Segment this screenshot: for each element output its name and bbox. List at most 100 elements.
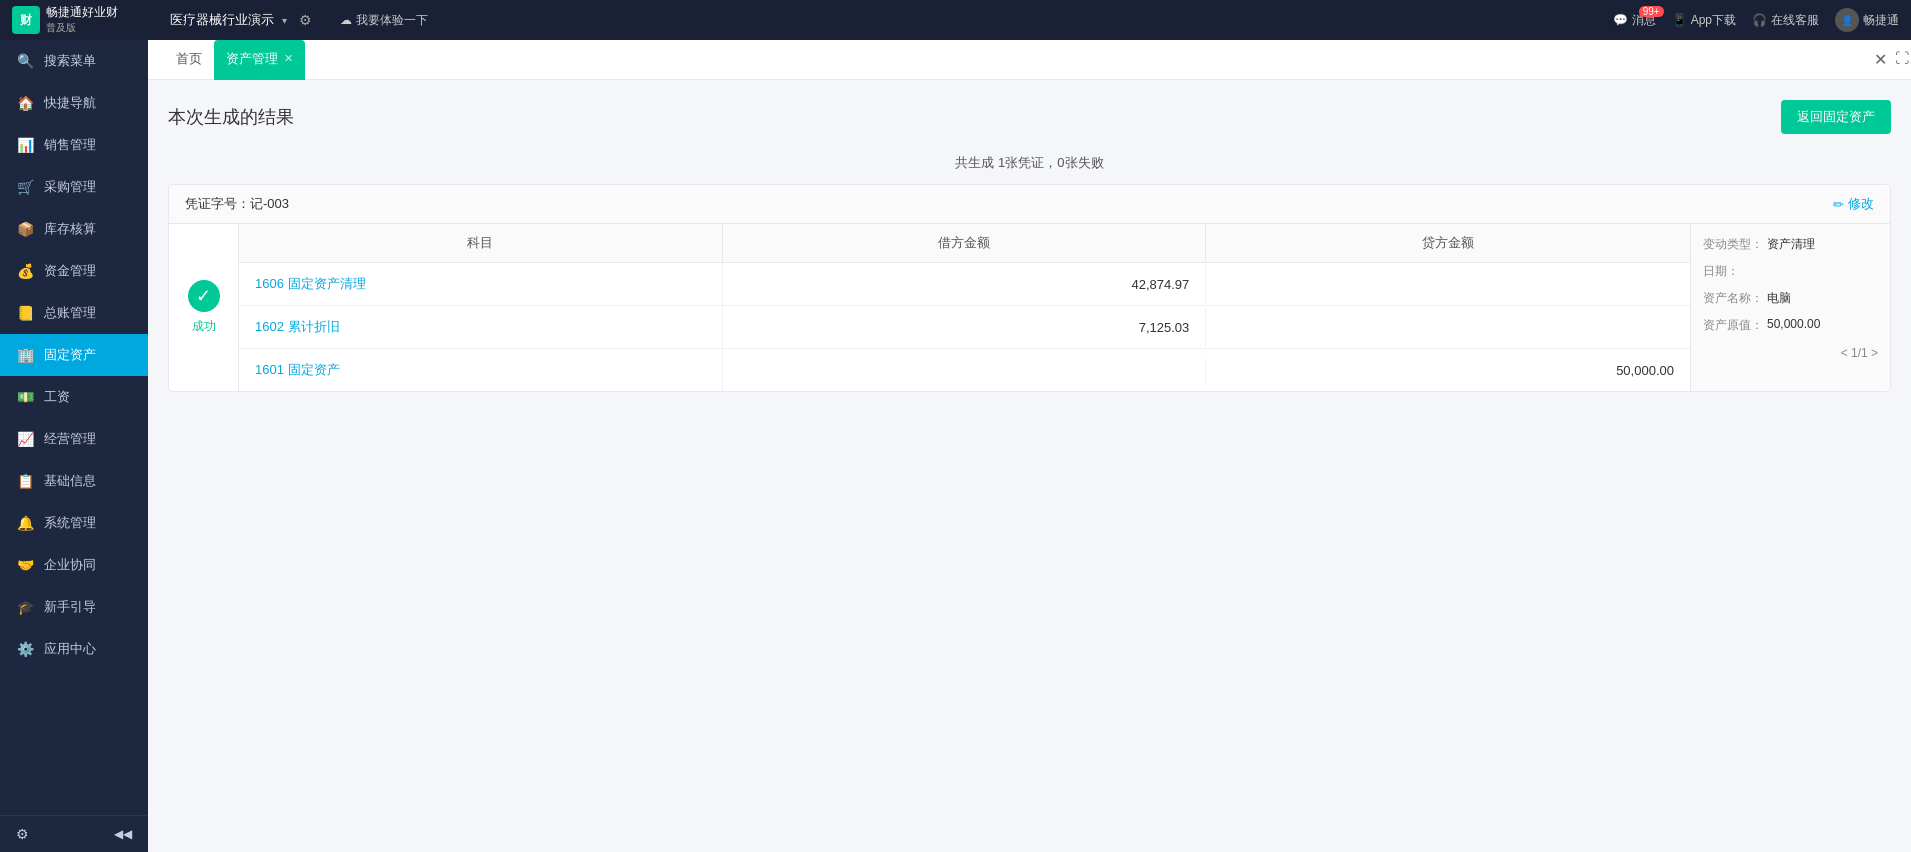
edit-icon: ✏ (1833, 197, 1844, 212)
company-dropdown-icon[interactable]: ▾ (282, 15, 287, 26)
logo-area: 财 畅捷通好业财 普及版 (12, 5, 160, 35)
sidebar-item-quick-nav[interactable]: 🏠 快捷导航 (0, 82, 148, 124)
sidebar-bottom: ⚙ ◀◀ (0, 815, 148, 852)
asset-value-row: 资产原值： 50,000.00 (1703, 317, 1878, 334)
guide-icon: 🎓 (16, 598, 34, 616)
col-subject: 科目 (239, 224, 723, 262)
tab-close-icon[interactable]: ✕ (284, 52, 293, 65)
home-icon: 🏠 (16, 94, 34, 112)
tab-asset-management[interactable]: 资产管理 ✕ (214, 40, 305, 80)
sidebar-item-sales[interactable]: 📊 销售管理 (0, 124, 148, 166)
expand-button[interactable]: ⛶ (1895, 50, 1909, 69)
sidebar-item-ledger[interactable]: 📒 总账管理 (0, 292, 148, 334)
asset-name-row: 资产名称： 电脑 (1703, 290, 1878, 307)
col-debit: 借方金额 (723, 224, 1207, 262)
funds-icon: 💰 (16, 262, 34, 280)
sidebar-item-search[interactable]: 🔍 搜索菜单 (0, 40, 148, 82)
sidebar-label-base-info: 基础信息 (44, 472, 96, 490)
page-content: 本次生成的结果 返回固定资产 共生成 1张凭证，0张失败 凭证字号：记-003 … (148, 80, 1911, 852)
sidebar-label-app-center: 应用中心 (44, 640, 96, 658)
sidebar: 🔍 搜索菜单 🏠 快捷导航 📊 销售管理 🛒 采购管理 📦 库存核算 💰 (0, 40, 148, 852)
change-type-row: 变动类型： 资产清理 (1703, 236, 1878, 253)
top-header: 财 畅捷通好业财 普及版 医疗器械行业演示 ▾ ⚙ ☁ 我要体验一下 💬 消息 … (0, 0, 1911, 40)
change-type-value: 资产清理 (1767, 236, 1815, 253)
table-header: 科目 借方金额 贷方金额 (239, 224, 1690, 263)
return-button[interactable]: 返回固定资产 (1781, 100, 1891, 134)
message-icon: 💬 (1613, 13, 1628, 27)
voucher-card: 凭证字号：记-003 ✏ 修改 ✓ 成功 (168, 184, 1891, 392)
window-controls: ✕ ⛶ (1874, 50, 1909, 69)
sidebar-item-system[interactable]: 🔔 系统管理 (0, 502, 148, 544)
messages-button[interactable]: 💬 消息 99+ (1613, 12, 1656, 29)
sidebar-label-purchase: 采购管理 (44, 178, 96, 196)
sidebar-item-fixed-assets[interactable]: 🏢 固定资产 (0, 334, 148, 376)
sidebar-item-base-info[interactable]: 📋 基础信息 (0, 460, 148, 502)
sidebar-item-purchase[interactable]: 🛒 采购管理 (0, 166, 148, 208)
app-name: 畅捷通好业财 (46, 5, 118, 21)
sidebar-label-inventory: 库存核算 (44, 220, 96, 238)
pagination[interactable]: < 1/1 > (1703, 346, 1878, 360)
page-title-row: 本次生成的结果 返回固定资产 (168, 100, 1891, 134)
summary-bar: 共生成 1张凭证，0张失败 (168, 154, 1891, 172)
sidebar-label-quick-nav: 快捷导航 (44, 94, 96, 112)
row1-credit (1206, 272, 1690, 296)
row1-debit: 42,874.97 (723, 265, 1207, 304)
table-main: 科目 借方金额 贷方金额 1606 固定资产清理 42,874.97 16 (239, 224, 1690, 391)
base-info-icon: 📋 (16, 472, 34, 490)
table-row: 1602 累计折旧 7,125.03 (239, 306, 1690, 349)
close-button[interactable]: ✕ (1874, 50, 1887, 69)
row2-subject: 1602 累计折旧 (239, 306, 723, 348)
col-credit: 贷方金额 (1206, 224, 1690, 262)
sidebar-item-enterprise[interactable]: 🤝 企业协同 (0, 544, 148, 586)
sidebar-label-enterprise: 企业协同 (44, 556, 96, 574)
asset-value-value: 50,000.00 (1767, 317, 1820, 331)
messages-badge: 99+ (1639, 6, 1664, 17)
ledger-icon: 📒 (16, 304, 34, 322)
top-center: 医疗器械行业演示 ▾ ⚙ ☁ 我要体验一下 (160, 11, 1613, 29)
sidebar-label-guide: 新手引导 (44, 598, 96, 616)
sidebar-item-guide[interactable]: 🎓 新手引导 (0, 586, 148, 628)
purchase-icon: 🛒 (16, 178, 34, 196)
download-icon: 📱 (1672, 13, 1687, 27)
user-menu[interactable]: 👤 畅捷通 (1835, 8, 1899, 32)
enterprise-icon: 🤝 (16, 556, 34, 574)
sidebar-label-payroll: 工资 (44, 388, 70, 406)
system-icon: 🔔 (16, 514, 34, 532)
side-info-panel: 变动类型： 资产清理 日期： 资产名称： 电脑 资产原值： (1690, 224, 1890, 391)
app-edition: 普及版 (46, 21, 118, 35)
search-icon: 🔍 (16, 52, 34, 70)
tab-home[interactable]: 首页 (164, 40, 214, 80)
global-settings-icon[interactable]: ⚙ (16, 826, 29, 842)
row3-credit: 50,000.00 (1206, 351, 1690, 390)
sidebar-nav: 🔍 搜索菜单 🏠 快捷导航 📊 销售管理 🛒 采购管理 📦 库存核算 💰 (0, 40, 148, 815)
payroll-icon: 💵 (16, 388, 34, 406)
date-label: 日期： (1703, 263, 1739, 280)
sidebar-item-funds[interactable]: 💰 资金管理 (0, 250, 148, 292)
settings-icon[interactable]: ⚙ (299, 12, 312, 28)
online-service-button[interactable]: 🎧 在线客服 (1752, 12, 1819, 29)
experience-button[interactable]: ☁ 我要体验一下 (340, 12, 428, 29)
asset-value-label: 资产原值： (1703, 317, 1763, 334)
sidebar-label-operations: 经营管理 (44, 430, 96, 448)
tab-bar: 首页 资产管理 ✕ (148, 40, 1911, 80)
sidebar-item-app-center[interactable]: ⚙️ 应用中心 (0, 628, 148, 670)
sidebar-label-funds: 资金管理 (44, 262, 96, 280)
voucher-number: 凭证字号：记-003 (185, 195, 289, 213)
voucher-table: ✓ 成功 科目 借方金额 贷方金额 1606 固定资产清理 42 (169, 224, 1890, 391)
app-center-icon: ⚙️ (16, 640, 34, 658)
fixed-assets-icon: 🏢 (16, 346, 34, 364)
content-area: 首页 资产管理 ✕ 本次生成的结果 返回固定资产 共生成 1张凭证，0张失败 凭… (148, 40, 1911, 852)
sidebar-item-operations[interactable]: 📈 经营管理 (0, 418, 148, 460)
success-icon: ✓ (188, 280, 220, 312)
edit-button[interactable]: ✏ 修改 (1833, 195, 1874, 213)
row3-subject: 1601 固定资产 (239, 349, 723, 391)
success-column: ✓ 成功 (169, 224, 239, 391)
sidebar-item-inventory[interactable]: 📦 库存核算 (0, 208, 148, 250)
asset-name-value: 电脑 (1767, 290, 1791, 307)
table-row: 1606 固定资产清理 42,874.97 (239, 263, 1690, 306)
sidebar-label-sales: 销售管理 (44, 136, 96, 154)
app-download-button[interactable]: 📱 App下载 (1672, 12, 1736, 29)
voucher-header: 凭证字号：记-003 ✏ 修改 (169, 185, 1890, 224)
sidebar-collapse-icon[interactable]: ◀◀ (114, 827, 132, 841)
sidebar-item-payroll[interactable]: 💵 工资 (0, 376, 148, 418)
